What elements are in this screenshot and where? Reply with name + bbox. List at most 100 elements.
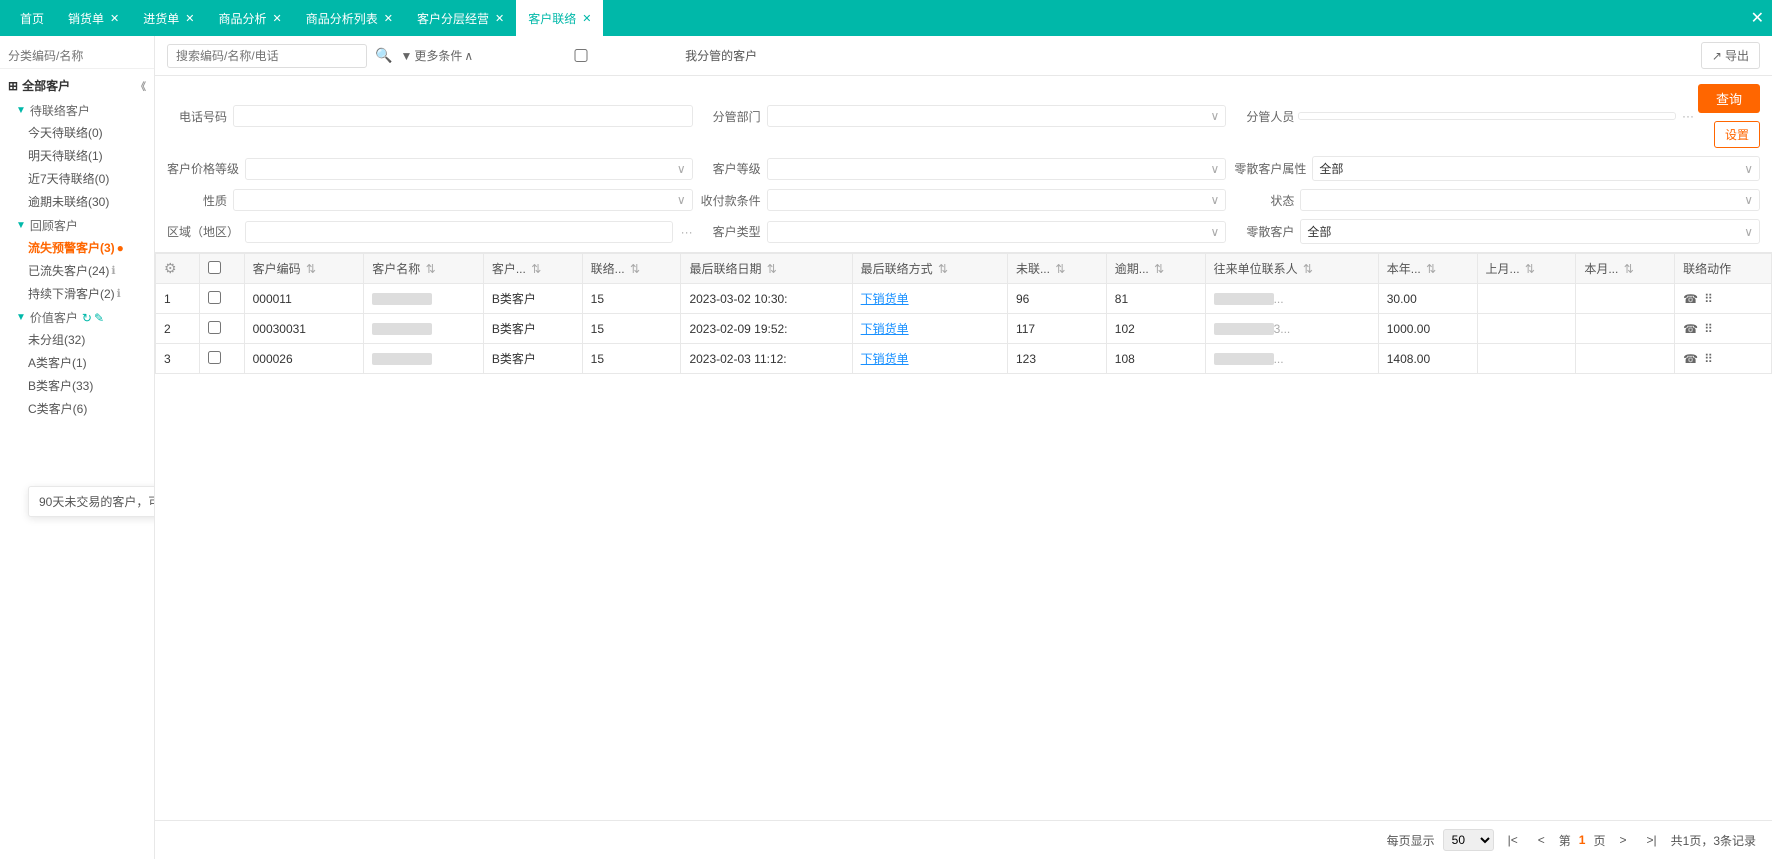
more-action-icon-2[interactable]: ⠿ (1704, 352, 1713, 366)
contact-count-col-header[interactable]: 联络... ⇅ (582, 254, 681, 284)
sidebar-item-overdue-contact[interactable]: 逾期未联络(30) (0, 190, 154, 213)
section-pending-contact[interactable]: ▼ 待联络客户 (0, 98, 154, 121)
manager-more-icon[interactable]: ··· (1682, 109, 1694, 123)
first-page-btn[interactable]: |< (1502, 831, 1524, 849)
search-button[interactable]: 🔍 (375, 47, 392, 64)
phone-action-icon-0[interactable]: ☎ (1683, 292, 1698, 306)
sidebar-item-c-class[interactable]: C类客户(6) (0, 397, 154, 420)
retail-customer-select[interactable]: 全部 ∨ (1300, 219, 1760, 244)
filter-area: 电话号码 分管部门 ∨ 分管人员 ··· 查询 设置 (155, 76, 1772, 253)
row-last-method-2[interactable]: 下销货单 (852, 344, 1007, 374)
phone-input[interactable] (233, 105, 693, 127)
sidebar-item-b-class[interactable]: B类客户(33) (0, 374, 154, 397)
next-page-btn[interactable]: > (1614, 831, 1633, 849)
phone-action-icon-2[interactable]: ☎ (1683, 352, 1698, 366)
unlisted-days-col-header[interactable]: 未联... ⇅ (1007, 254, 1106, 284)
close-purchase-order-tab[interactable]: ✕ (185, 12, 194, 25)
overdue-days-col-header[interactable]: 逾期... ⇅ (1106, 254, 1205, 284)
checkbox-col-header[interactable] (199, 254, 244, 284)
prev-page-btn[interactable]: < (1532, 831, 1551, 849)
my-customers-check[interactable] (481, 49, 681, 62)
tab-purchase-order[interactable]: 进货单 ✕ (131, 0, 206, 36)
section-review-customers[interactable]: ▼ 回顾客户 (0, 213, 154, 236)
settings-button[interactable]: 设置 (1714, 121, 1760, 148)
edit-icon[interactable]: ✎ (94, 311, 104, 325)
settings-col-header[interactable]: ⚙ (156, 254, 200, 284)
row-no-2: 3 (156, 344, 200, 374)
row-last-method-1[interactable]: 下销货单 (852, 314, 1007, 344)
sidebar-item-7day-contact[interactable]: 近7天待联络(0) (0, 167, 154, 190)
export-button[interactable]: ↗ 导出 (1701, 42, 1760, 69)
all-customers-title[interactable]: ⊞ 全部客户 《 (0, 73, 154, 98)
last-contact-method-col-header[interactable]: 最后联络方式 ⇅ (852, 254, 1007, 284)
this-month-col-header[interactable]: 本月... ⇅ (1576, 254, 1675, 284)
annual-amount-col-header[interactable]: 本年... ⇅ (1378, 254, 1477, 284)
more-action-icon-1[interactable]: ⠿ (1704, 322, 1713, 336)
more-conditions-button[interactable]: ▼ 更多条件 ∧ (400, 47, 473, 64)
per-page-select[interactable]: 50 100 200 (1443, 829, 1494, 851)
phone-action-icon-1[interactable]: ☎ (1683, 322, 1698, 336)
area-more-icon[interactable]: ··· (681, 225, 693, 239)
close-product-analysis-tab[interactable]: ✕ (273, 12, 282, 25)
sidebar-item-a-class[interactable]: A类客户(1) (0, 351, 154, 374)
phone-label: 电话号码 (167, 108, 227, 125)
customer-type-select[interactable]: ∨ (767, 221, 1227, 243)
sidebar-item-ungrouped[interactable]: 未分组(32) (0, 328, 154, 351)
last-month-col-header[interactable]: 上月... ⇅ (1477, 254, 1576, 284)
last-page-btn[interactable]: >| (1641, 831, 1663, 849)
retail-attr-select[interactable]: 全部 ∨ (1312, 156, 1760, 181)
filter-retail-customer-row: 零散客户 全部 ∨ (1234, 219, 1760, 244)
sidebar-item-tomorrow-contact[interactable]: 明天待联络(1) (0, 144, 154, 167)
row-actions-2: ☎ ⠿ (1675, 344, 1772, 374)
gender-select[interactable]: ∨ (233, 189, 693, 211)
collapse-sidebar-btn[interactable]: 《 (136, 78, 146, 93)
area-input[interactable] (245, 221, 673, 243)
tab-home[interactable]: 首页 (8, 0, 56, 36)
last-contact-date-col-header[interactable]: 最后联络日期 ⇅ (681, 254, 852, 284)
code-col-header[interactable]: 客户编码 ⇅ (244, 254, 364, 284)
sidebar-item-declining[interactable]: 持续下滑客户(2) ℹ (0, 282, 154, 305)
sidebar-item-churn-warning[interactable]: 流失预警客户(3) ● (0, 236, 154, 259)
row-checkbox-1[interactable] (199, 314, 244, 344)
sidebar-item-today-contact[interactable]: 今天待联络(0) (0, 121, 154, 144)
more-action-icon-0[interactable]: ⠿ (1704, 292, 1713, 306)
row-this-month-0 (1576, 284, 1675, 314)
sidebar-search-input[interactable] (8, 49, 155, 63)
select-all-checkbox[interactable] (208, 261, 221, 274)
row-checkbox-2[interactable] (199, 344, 244, 374)
refresh-icon[interactable]: ↻ (82, 311, 92, 325)
tab-customer-contact[interactable]: 客户联络 ✕ (516, 0, 603, 36)
price-grade-select[interactable]: ∨ (245, 158, 693, 180)
window-close-button[interactable]: ✕ (1751, 8, 1764, 28)
dept-select[interactable]: ∨ (767, 105, 1227, 127)
payment-select[interactable]: ∨ (767, 189, 1227, 211)
close-sales-order-tab[interactable]: ✕ (110, 12, 119, 25)
type-col-header[interactable]: 客户... ⇅ (483, 254, 582, 284)
row-last-method-0[interactable]: 下销货单 (852, 284, 1007, 314)
area-label: 区域（地区） (167, 223, 239, 240)
search-input[interactable] (167, 44, 367, 68)
row-checkbox-0[interactable] (199, 284, 244, 314)
name-col-header[interactable]: 客户名称 ⇅ (364, 254, 484, 284)
sidebar-item-churned[interactable]: 已流失客户(24) ℹ (0, 259, 154, 282)
row-last-month-2 (1477, 344, 1576, 374)
name-sort-icon: ⇅ (426, 262, 436, 276)
filter-customer-type-row: 客户类型 ∨ (701, 219, 1227, 244)
close-customer-tier-tab[interactable]: ✕ (495, 12, 504, 25)
status-select[interactable]: ∨ (1300, 189, 1760, 211)
tab-customer-tier[interactable]: 客户分层经营 ✕ (405, 0, 516, 36)
row-contact-count-1: 15 (582, 314, 681, 344)
tab-product-analysis[interactable]: 商品分析 ✕ (206, 0, 293, 36)
tab-product-analysis-list[interactable]: 商品分析列表 ✕ (294, 0, 405, 36)
section-value-customers[interactable]: ▼ 价值客户 ↻ ✎ (0, 305, 154, 328)
tab-sales-order[interactable]: 销货单 ✕ (56, 0, 131, 36)
query-button[interactable]: 查询 (1698, 84, 1760, 113)
grade-select[interactable]: ∨ (767, 158, 1227, 180)
close-product-analysis-list-tab[interactable]: ✕ (384, 12, 393, 25)
filter-dept-row: 分管部门 ∨ (701, 84, 1227, 148)
my-customers-checkbox[interactable]: 我分管的客户 (481, 47, 757, 64)
manager-select[interactable] (1298, 112, 1676, 120)
filter-area-row: 区域（地区） ··· (167, 219, 693, 244)
close-customer-contact-tab[interactable]: ✕ (582, 12, 591, 25)
contact-person-col-header[interactable]: 往来单位联系人 ⇅ (1205, 254, 1378, 284)
